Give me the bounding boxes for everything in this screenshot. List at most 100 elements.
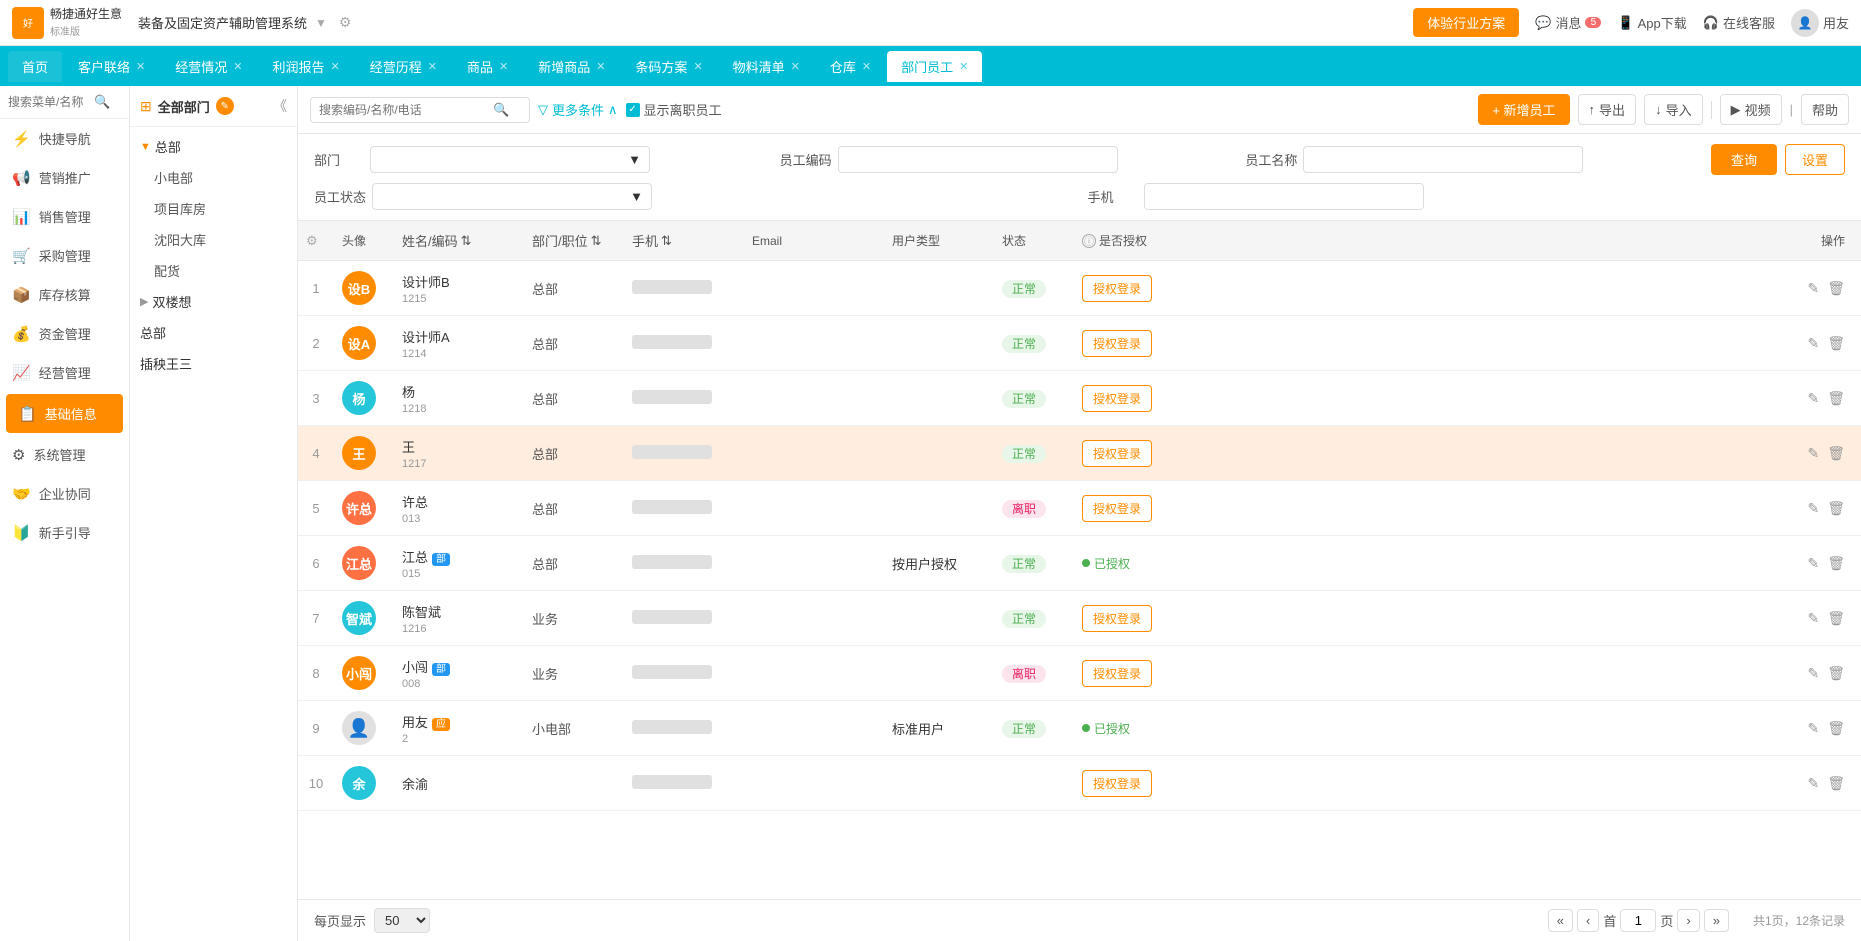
tab-goods[interactable]: 商品 ✕ <box>453 51 522 82</box>
search-icon[interactable]: 🔍 <box>493 102 509 118</box>
auth-button[interactable]: 授权登录 <box>1082 275 1152 302</box>
auth-button[interactable]: 授权登录 <box>1082 495 1152 522</box>
import-button[interactable]: ↓ 导入 <box>1644 94 1703 125</box>
delete-button[interactable]: 🗑 <box>1827 775 1845 792</box>
close-icon[interactable]: ✕ <box>596 60 605 73</box>
search-input[interactable] <box>319 103 489 117</box>
sidebar-item-system[interactable]: ⚙ 系统管理 <box>0 435 129 474</box>
app-download-item[interactable]: 📱 App下载 <box>1617 13 1686 32</box>
first-page-button[interactable]: « <box>1548 909 1573 932</box>
tab-material[interactable]: 物料清单 ✕ <box>719 51 814 82</box>
emp-code-input[interactable] <box>838 146 1118 173</box>
tab-dept-emp[interactable]: 部门员工 ✕ <box>887 51 982 82</box>
last-page-button[interactable]: » <box>1704 909 1729 932</box>
sidebar-item-guide[interactable]: 🔰 新手引导 <box>0 513 129 552</box>
edit-button[interactable]: ✎ <box>1807 720 1819 737</box>
delete-button[interactable]: 🗑 <box>1827 665 1845 682</box>
sidebar-search-input[interactable] <box>8 95 88 109</box>
emp-status-select[interactable]: ▼ <box>372 183 652 210</box>
edit-button[interactable]: ✎ <box>1807 280 1819 297</box>
trial-button[interactable]: 体验行业方案 <box>1413 8 1519 37</box>
dept-edit-icon[interactable]: ✎ <box>216 97 234 115</box>
dept-collapse-button[interactable]: 《 <box>273 96 287 116</box>
set-button[interactable]: 设置 <box>1785 144 1845 175</box>
tab-finance-status[interactable]: 经营情况 ✕ <box>161 51 256 82</box>
th-name-code[interactable]: 姓名/编码 ⇅ <box>394 221 524 261</box>
edit-button[interactable]: ✎ <box>1807 500 1819 517</box>
tab-home[interactable]: 首页 <box>8 51 62 82</box>
tab-warehouse[interactable]: 仓库 ✕ <box>816 51 885 82</box>
prev-page-button[interactable]: ‹ <box>1577 909 1599 932</box>
delete-button[interactable]: 🗑 <box>1827 390 1845 407</box>
next-page-button[interactable]: › <box>1677 909 1699 932</box>
sys-title-dropdown[interactable]: ▼ <box>315 16 327 30</box>
edit-button[interactable]: ✎ <box>1807 775 1819 792</box>
close-icon[interactable]: ✕ <box>693 60 702 73</box>
edit-button[interactable]: ✎ <box>1807 610 1819 627</box>
auth-button[interactable]: 授权登录 <box>1082 330 1152 357</box>
edit-button[interactable]: ✎ <box>1807 390 1819 407</box>
help-button[interactable]: 帮助 <box>1801 94 1849 125</box>
delete-button[interactable]: 🗑 <box>1827 720 1845 737</box>
page-number-input[interactable] <box>1620 909 1656 932</box>
auth-button[interactable]: 授权登录 <box>1082 660 1152 687</box>
auth-button[interactable]: 授权登录 <box>1082 605 1152 632</box>
dept-node-peihuo[interactable]: 配货 <box>130 255 297 286</box>
tab-profit[interactable]: 利润报告 ✕ <box>258 51 353 82</box>
tab-add-goods[interactable]: 新增商品 ✕ <box>524 51 619 82</box>
page-size-select[interactable]: 50 100 200 <box>374 908 430 933</box>
sidebar-item-collab[interactable]: 🤝 企业协同 <box>0 474 129 513</box>
delete-button[interactable]: 🗑 <box>1827 445 1845 462</box>
sidebar-item-quick-nav[interactable]: ⚡ 快捷导航 <box>0 119 129 158</box>
auth-button[interactable]: 授权登录 <box>1082 770 1152 797</box>
user-item[interactable]: 👤 用友 <box>1791 9 1849 37</box>
dept-node-project[interactable]: 项目库房 <box>130 193 297 224</box>
dept-pos-sort[interactable]: 部门/职位 ⇅ <box>532 231 616 250</box>
more-filter-button[interactable]: ▽ 更多条件 ∧ <box>538 100 618 119</box>
close-icon[interactable]: ✕ <box>791 60 800 73</box>
close-icon[interactable]: ✕ <box>233 60 242 73</box>
delete-button[interactable]: 🗑 <box>1827 280 1845 297</box>
close-icon[interactable]: ✕ <box>959 60 968 73</box>
edit-button[interactable]: ✎ <box>1807 555 1819 572</box>
phone-sort[interactable]: 手机 ⇅ <box>632 231 736 250</box>
sidebar-item-basic[interactable]: 📋 基础信息 <box>6 394 123 433</box>
edit-button[interactable]: ✎ <box>1807 335 1819 352</box>
emp-name-input[interactable] <box>1303 146 1583 173</box>
name-code-sort[interactable]: 姓名/编码 ⇅ <box>402 231 516 250</box>
delete-button[interactable]: 🗑 <box>1827 555 1845 572</box>
th-settings[interactable]: ⚙ <box>298 221 334 261</box>
online-service-item[interactable]: 🎧 在线客服 <box>1703 13 1775 32</box>
gear-icon[interactable]: ⚙ <box>306 233 318 248</box>
dept-node-shenyang[interactable]: 沈阳大库 <box>130 224 297 255</box>
edit-button[interactable]: ✎ <box>1807 445 1819 462</box>
sidebar-item-finance[interactable]: 💰 资金管理 <box>0 314 129 353</box>
query-button[interactable]: 查询 <box>1711 144 1777 175</box>
tab-customer[interactable]: 客户联络 ✕ <box>64 51 159 82</box>
th-dept-pos[interactable]: 部门/职位 ⇅ <box>524 221 624 261</box>
delete-button[interactable]: 🗑 <box>1827 335 1845 352</box>
add-employee-button[interactable]: + 新增员工 <box>1478 94 1569 125</box>
video-button[interactable]: ▶ 视频 <box>1720 94 1782 125</box>
tab-barcode[interactable]: 条码方案 ✕ <box>621 51 716 82</box>
edit-button[interactable]: ✎ <box>1807 665 1819 682</box>
close-icon[interactable]: ✕ <box>331 60 340 73</box>
auth-button[interactable]: 授权登录 <box>1082 385 1152 412</box>
delete-button[interactable]: 🗑 <box>1827 500 1845 517</box>
dept-node-shuanglou[interactable]: ▶ 双楼想 <box>130 286 297 317</box>
dept-node-zongbu2[interactable]: 总部 <box>130 317 297 348</box>
delete-button[interactable]: 🗑 <box>1827 610 1845 627</box>
sidebar-item-inventory[interactable]: 📦 库存核算 <box>0 275 129 314</box>
sidebar-item-marketing[interactable]: 📢 营销推广 <box>0 158 129 197</box>
close-icon[interactable]: ✕ <box>136 60 145 73</box>
message-item[interactable]: 💬 消息 5 <box>1535 13 1601 32</box>
dept-node-zongbu-parent[interactable]: ▼ 总部 <box>130 131 297 162</box>
sidebar-item-sales[interactable]: 📊 销售管理 <box>0 197 129 236</box>
dept-node-xiaodian[interactable]: 小电部 <box>130 162 297 193</box>
tab-history[interactable]: 经营历程 ✕ <box>356 51 451 82</box>
phone-input[interactable] <box>1144 183 1424 210</box>
close-icon[interactable]: ✕ <box>428 60 437 73</box>
sidebar-item-purchase[interactable]: 🛒 采购管理 <box>0 236 129 275</box>
sidebar-item-operations[interactable]: 📈 经营管理 <box>0 353 129 392</box>
th-phone[interactable]: 手机 ⇅ <box>624 221 744 261</box>
